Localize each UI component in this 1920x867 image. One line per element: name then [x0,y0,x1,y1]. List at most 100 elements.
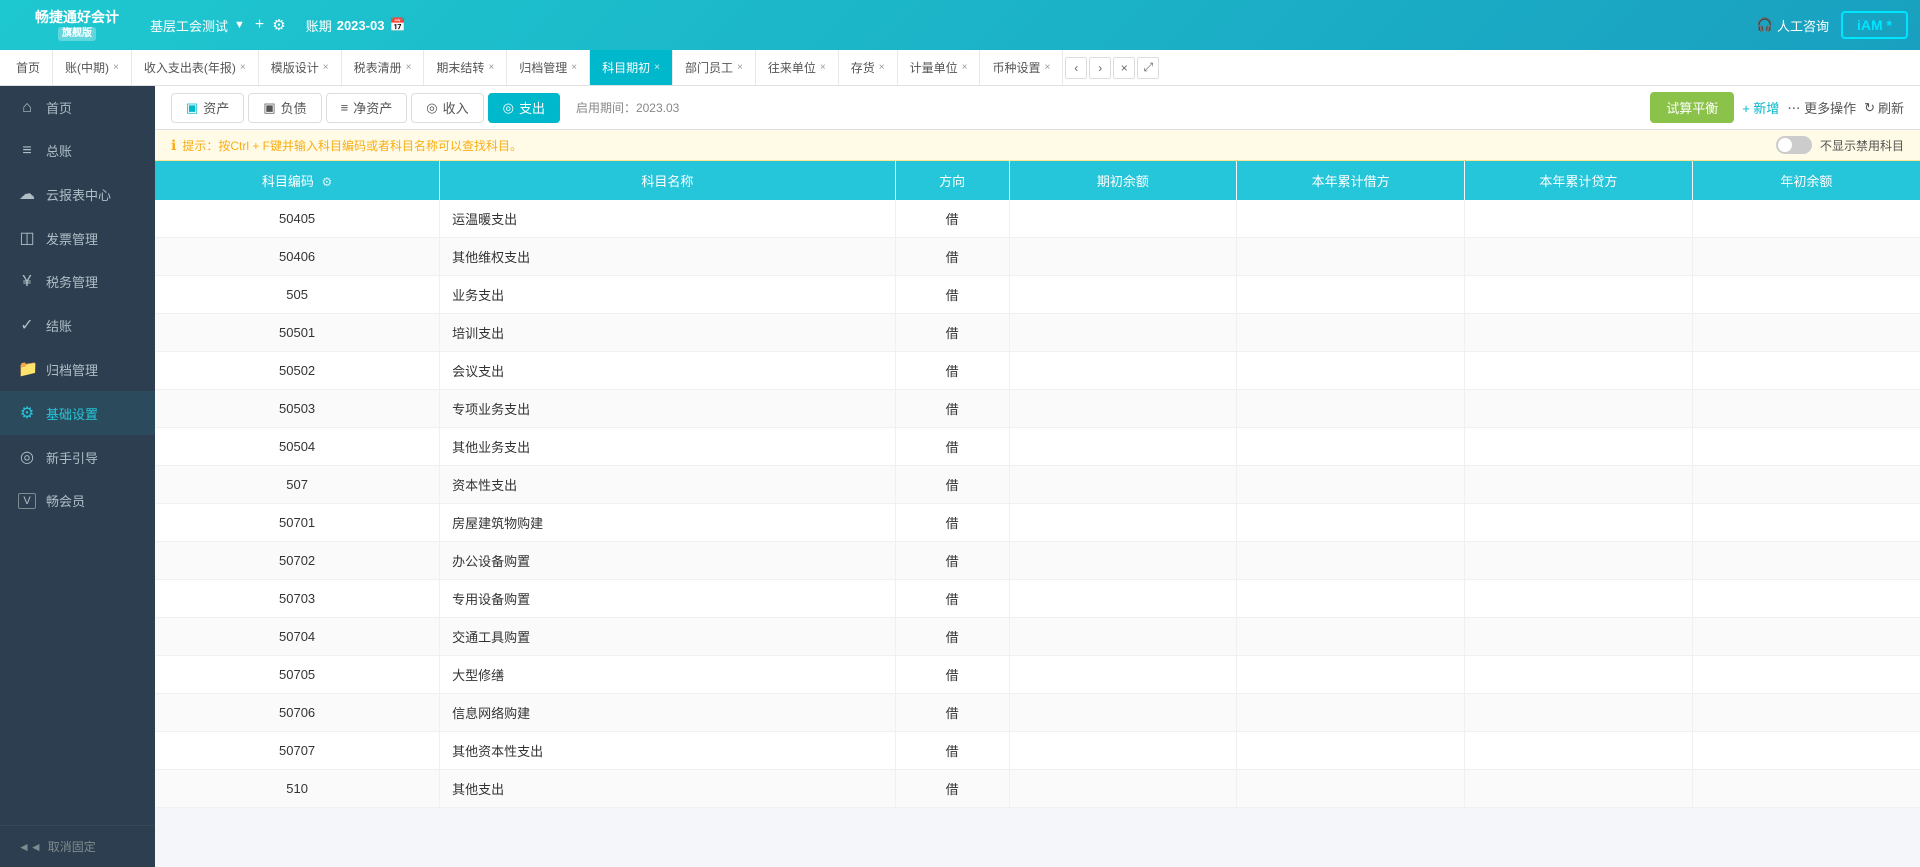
cell-ytd-credit [1464,314,1692,352]
table-row[interactable]: 50504 其他业务支出 借 [155,428,1920,466]
table-row[interactable]: 50704 交通工具购置 借 [155,618,1920,656]
tab-tax-close[interactable]: × [406,62,412,73]
sidebar-item-member[interactable]: V 畅会员 [0,479,155,522]
sidebar-item-home[interactable]: ⌂ 首页 [0,86,155,129]
calendar-icon[interactable]: 📅 [389,17,405,33]
cell-code: 50703 [155,580,440,618]
sidebar-item-report[interactable]: ☁ 云报表中心 [0,172,155,216]
tab-template[interactable]: 模版设计 × [259,50,342,86]
cell-direction: 借 [895,504,1009,542]
cell-year-opening [1692,542,1920,580]
sidebar-item-invoice[interactable]: ◫ 发票管理 [0,216,155,260]
add-org-icon[interactable]: + [255,16,264,34]
cell-direction: 借 [895,428,1009,466]
cat-tab-asset[interactable]: ▣ 资产 [171,93,244,123]
settings-sidebar-icon: ⚙ [18,403,36,423]
tab-mid-period-close[interactable]: × [113,62,119,73]
cat-tab-net-asset[interactable]: ≡ 净资产 [326,93,408,123]
tab-home[interactable]: 首页 [4,50,53,86]
tab-period-end-close[interactable]: × [488,62,494,73]
iam-button[interactable]: iAM * [1841,11,1908,39]
tabs-next-icon[interactable]: › [1089,57,1111,79]
tab-mid-period-label: 账(中期) [65,59,109,76]
cell-year-opening [1692,238,1920,276]
tab-dept[interactable]: 部门员工 × [673,50,756,86]
cat-tab-income[interactable]: ◎ 收入 [411,93,483,123]
tab-currency[interactable]: 币种设置 × [980,50,1063,86]
tab-subject-init-close[interactable]: × [654,62,660,73]
cell-direction: 借 [895,200,1009,238]
sidebar-item-archive[interactable]: 📁 归档管理 [0,347,155,391]
tab-inventory-close[interactable]: × [879,62,885,73]
settings-icon[interactable]: ⚙ [272,16,285,34]
cat-tab-expenditure[interactable]: ◎ 支出 [488,93,560,123]
cell-name: 会议支出 [440,352,895,390]
tab-currency-close[interactable]: × [1044,62,1050,73]
tab-dept-close[interactable]: × [737,62,743,73]
table-row[interactable]: 50703 专用设备购置 借 [155,580,1920,618]
table-row[interactable]: 50706 信息网络购建 借 [155,694,1920,732]
table-row[interactable]: 50406 其他维权支出 借 [155,238,1920,276]
refresh-button[interactable]: ↻ 刷新 [1864,98,1904,117]
cell-year-opening [1692,656,1920,694]
income-label: 收入 [443,98,469,117]
tab-income-report[interactable]: 收入支出表(年报) × [132,50,259,86]
col-settings-icon[interactable]: ⚙ [322,175,333,189]
table-row[interactable]: 505 业务支出 借 [155,276,1920,314]
tabs-close-all-icon[interactable]: × [1113,57,1135,79]
table-row[interactable]: 50501 培训支出 借 [155,314,1920,352]
cell-year-opening [1692,580,1920,618]
sidebar-item-checkout[interactable]: ✓ 结账 [0,303,155,347]
table-row[interactable]: 50405 运温暖支出 借 [155,200,1920,238]
add-button[interactable]: + 新增 [1742,98,1779,117]
org-selector[interactable]: 基层工会测试 ▼ [150,16,245,35]
tab-inventory[interactable]: 存货 × [839,50,898,86]
sidebar-item-guide[interactable]: ◎ 新手引导 [0,435,155,479]
tab-mid-period[interactable]: 账(中期) × [53,50,132,86]
sidebar-item-settings[interactable]: ⚙ 基础设置 [0,391,155,435]
tab-template-close[interactable]: × [323,62,329,73]
tab-unit-close[interactable]: × [962,62,968,73]
tabs-prev-icon[interactable]: ‹ [1065,57,1087,79]
tab-archive[interactable]: 归档管理 × [507,50,590,86]
sidebar-collapse[interactable]: ◄◄ 取消固定 [0,825,155,867]
cell-code: 50504 [155,428,440,466]
disabled-toggle[interactable] [1776,136,1812,154]
cell-ytd-debit [1237,428,1465,466]
cell-ytd-debit [1237,390,1465,428]
table-row[interactable]: 50502 会议支出 借 [155,352,1920,390]
sidebar-item-tax[interactable]: ¥ 税务管理 [0,260,155,303]
tabs-expand-icon[interactable]: ⤢ [1137,57,1159,79]
calc-balance-button[interactable]: 试算平衡 [1650,92,1734,123]
tab-unit[interactable]: 计量单位 × [898,50,981,86]
org-dropdown-icon[interactable]: ▼ [234,19,245,31]
cell-direction: 借 [895,580,1009,618]
consult-button[interactable]: 🎧 人工咨询 [1757,16,1829,35]
cell-code: 50702 [155,542,440,580]
tab-tax[interactable]: 税表清册 × [342,50,425,86]
cell-code: 50501 [155,314,440,352]
tab-partner[interactable]: 往来单位 × [756,50,839,86]
table-row[interactable]: 507 资本性支出 借 [155,466,1920,504]
cell-ytd-credit [1464,466,1692,504]
table-row[interactable]: 50503 专项业务支出 借 [155,390,1920,428]
table-row[interactable]: 50707 其他资本性支出 借 [155,732,1920,770]
period-selector[interactable]: 账期 2023-03 📅 [306,16,406,35]
tab-subject-init[interactable]: 科目期初 × [590,50,673,86]
col-header-opening-balance: 期初余额 [1009,161,1237,200]
cat-tab-liability[interactable]: ▣ 负债 [248,93,321,123]
cell-ytd-credit [1464,580,1692,618]
tab-archive-close[interactable]: × [571,62,577,73]
table-row[interactable]: 510 其他支出 借 [155,770,1920,808]
table-row[interactable]: 50702 办公设备购置 借 [155,542,1920,580]
tab-period-end[interactable]: 期末结转 × [424,50,507,86]
tab-income-report-label: 收入支出表(年报) [144,59,236,76]
tab-income-report-close[interactable]: × [240,62,246,73]
table-row[interactable]: 50705 大型修缮 借 [155,656,1920,694]
more-button[interactable]: ⋯ 更多操作 [1787,98,1856,117]
table-container: 科目编码 ⚙ 科目名称 方向 期初余额 本年累计借方 本年累计贷方 年初余额 5… [155,161,1920,867]
sidebar-item-ledger[interactable]: ≡ 总账 [0,129,155,172]
tab-partner-close[interactable]: × [820,62,826,73]
cell-opening-balance [1009,428,1237,466]
table-row[interactable]: 50701 房屋建筑物购建 借 [155,504,1920,542]
